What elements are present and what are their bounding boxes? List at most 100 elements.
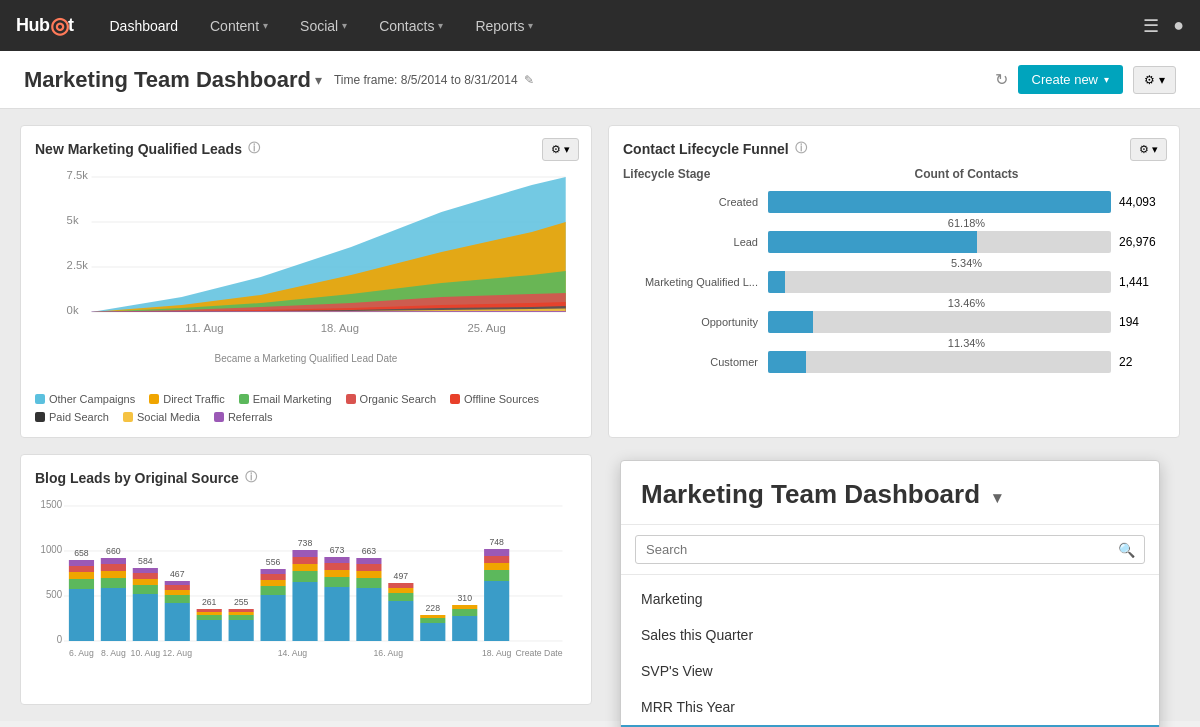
gear-caret-icon: ▾ [1159, 73, 1165, 87]
funnel-chart-title: Contact Lifecycle Funnel ⓘ [623, 140, 1165, 157]
funnel-label-mql: Marketing Qualified L... [623, 276, 768, 288]
create-new-button[interactable]: Create new ▾ [1018, 65, 1123, 94]
svg-rect-48 [165, 585, 190, 590]
svg-rect-52 [197, 615, 222, 620]
menu-icon[interactable]: ☰ [1143, 15, 1159, 37]
logo-text: Hub [16, 15, 50, 36]
edit-icon[interactable]: ✎ [524, 73, 534, 87]
dropdown-item-marketing[interactable]: Marketing [621, 581, 1159, 617]
svg-rect-68 [292, 571, 317, 582]
svg-rect-65 [261, 569, 286, 574]
funnel-pct-customer: 11.34% [768, 337, 1165, 349]
funnel-row-lead: Lead 26,976 [623, 231, 1165, 253]
svg-rect-41 [133, 579, 158, 585]
leads-chart-area: 7.5k 5k 2.5k 0k [35, 167, 577, 387]
user-icon[interactable]: ● [1173, 15, 1184, 36]
svg-rect-46 [165, 595, 190, 603]
funnel-pct-lead: 61.18% [768, 217, 1165, 229]
svg-rect-27 [69, 589, 94, 641]
dropdown-item-svp[interactable]: SVP's View [621, 653, 1159, 689]
svg-rect-64 [261, 574, 286, 580]
svg-rect-61 [261, 595, 286, 641]
svg-text:255: 255 [234, 597, 249, 607]
legend-dot-organic [346, 394, 356, 404]
leads-xaxis-label: Became a Marketing Qualified Lead Date [35, 353, 577, 364]
hubspot-logo[interactable]: Hub◎t [16, 13, 74, 39]
legend-organic-search: Organic Search [346, 393, 436, 405]
subheader-actions: ↻ Create new ▾ ⚙ ▾ [995, 65, 1176, 94]
funnel-count-opportunity: 194 [1119, 315, 1165, 329]
svg-rect-63 [261, 580, 286, 586]
nav-reports[interactable]: Reports ▾ [459, 0, 549, 51]
svg-rect-95 [452, 609, 477, 616]
nav-dashboard[interactable]: Dashboard [94, 0, 195, 51]
blog-leads-chart-area: 1500 1000 500 0 658 [35, 496, 577, 690]
svg-text:0: 0 [57, 634, 63, 645]
timeframe-label: Time frame: 8/5/2014 to 8/31/2014 [334, 73, 518, 87]
svg-rect-31 [69, 560, 94, 566]
funnel-count-created: 44,093 [1119, 195, 1165, 209]
dropdown-title-bar: Marketing Team Dashboard ▾ [621, 461, 1159, 525]
dashboard-gear-button[interactable]: ⚙ ▾ [1133, 66, 1176, 94]
legend-dot-offline [450, 394, 460, 404]
dropdown-caret-icon[interactable]: ▾ [993, 489, 1001, 506]
dropdown-item-sales[interactable]: Sales this Quarter [621, 617, 1159, 653]
dropdown-list: Marketing Sales this Quarter SVP's View … [621, 575, 1159, 727]
svg-rect-58 [229, 612, 254, 615]
svg-rect-43 [133, 568, 158, 573]
svg-rect-39 [133, 594, 158, 641]
svg-rect-62 [261, 586, 286, 595]
svg-rect-96 [452, 605, 477, 609]
svg-rect-82 [356, 564, 381, 571]
social-arrow-icon: ▾ [342, 20, 347, 31]
svg-text:748: 748 [489, 537, 504, 547]
svg-rect-56 [229, 620, 254, 641]
legend-email-marketing: Email Marketing [239, 393, 332, 405]
blog-info-icon[interactable]: ⓘ [245, 469, 257, 486]
svg-rect-98 [484, 581, 509, 641]
svg-rect-47 [165, 590, 190, 595]
svg-rect-99 [484, 570, 509, 581]
svg-rect-83 [356, 558, 381, 564]
create-caret-icon: ▾ [1104, 74, 1109, 85]
svg-rect-88 [388, 583, 413, 588]
legend-social-media: Social Media [123, 411, 200, 423]
nav-content[interactable]: Content ▾ [194, 0, 284, 51]
funnel-card-gear[interactable]: ⚙ ▾ [1130, 138, 1167, 161]
svg-rect-35 [101, 571, 126, 578]
funnel-chart-card: Contact Lifecycle Funnel ⓘ ⚙ ▾ Lifecycle… [608, 125, 1180, 438]
svg-rect-75 [324, 570, 349, 577]
svg-rect-34 [101, 578, 126, 588]
leads-card-gear[interactable]: ⚙ ▾ [542, 138, 579, 161]
legend-dot-paid [35, 412, 45, 422]
funnel-count-customer: 22 [1119, 355, 1165, 369]
nav-contacts[interactable]: Contacts ▾ [363, 0, 459, 51]
funnel-count-header: Count of Contacts [768, 167, 1165, 181]
search-field-wrap: 🔍 [635, 535, 1145, 564]
svg-text:497: 497 [394, 571, 409, 581]
funnel-bar-mql [768, 271, 1111, 293]
legend-other-campaigns: Other Campaigns [35, 393, 135, 405]
title-dropdown-arrow[interactable]: ▾ [315, 72, 322, 88]
content-arrow-icon: ▾ [263, 20, 268, 31]
svg-text:25. Aug: 25. Aug [468, 323, 506, 334]
svg-rect-33 [101, 588, 126, 641]
svg-rect-81 [356, 571, 381, 578]
svg-text:738: 738 [298, 538, 313, 548]
nav-social[interactable]: Social ▾ [284, 0, 363, 51]
svg-rect-77 [324, 557, 349, 563]
svg-rect-70 [292, 557, 317, 564]
blog-leads-title: Blog Leads by Original Source ⓘ [35, 469, 577, 486]
svg-rect-30 [69, 566, 94, 572]
leads-area-svg: 7.5k 5k 2.5k 0k [35, 167, 577, 347]
svg-rect-76 [324, 563, 349, 570]
svg-text:310: 310 [457, 593, 472, 603]
svg-text:18. Aug: 18. Aug [321, 323, 359, 334]
dropdown-item-mrr[interactable]: MRR This Year [621, 689, 1159, 725]
svg-text:5k: 5k [67, 215, 80, 226]
refresh-icon[interactable]: ↻ [995, 70, 1008, 89]
svg-rect-36 [101, 564, 126, 571]
funnel-info-icon[interactable]: ⓘ [795, 140, 807, 157]
leads-info-icon[interactable]: ⓘ [248, 140, 260, 157]
dashboard-search-input[interactable] [635, 535, 1145, 564]
